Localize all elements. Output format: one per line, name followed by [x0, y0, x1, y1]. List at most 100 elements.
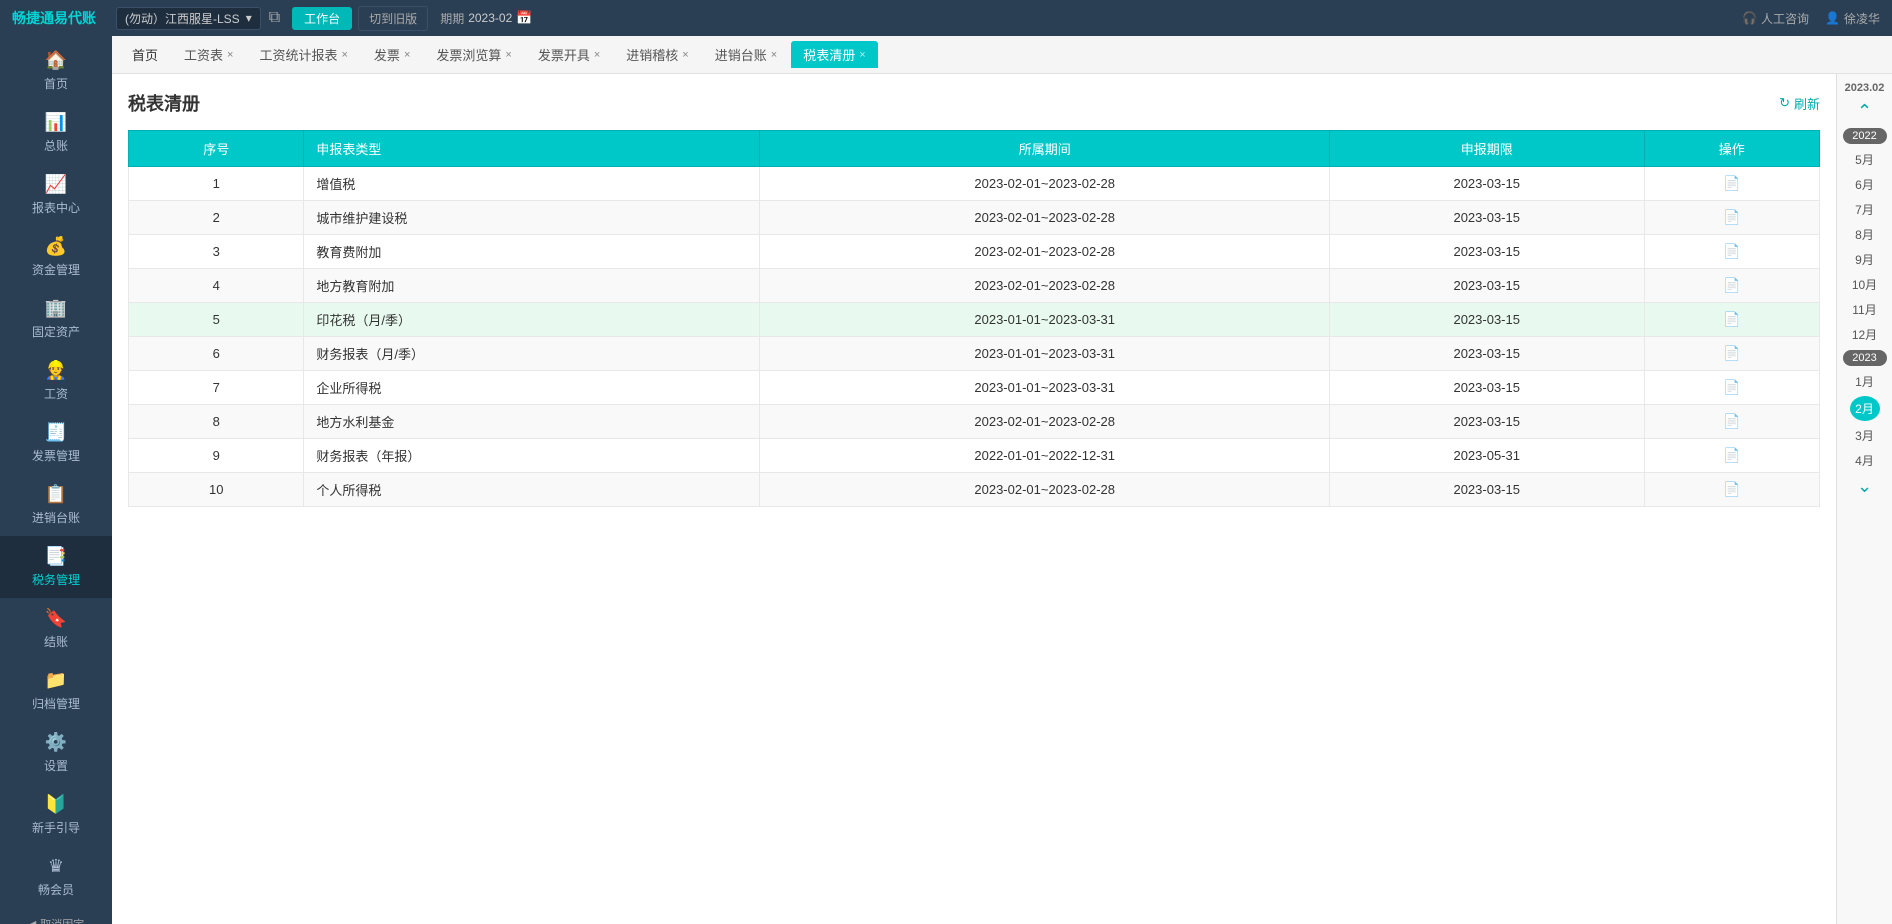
col-header-deadline: 申报期限	[1329, 131, 1644, 167]
tab-salary-report[interactable]: 工资统计报表×	[247, 41, 359, 68]
cell-deadline: 2023-03-15	[1329, 269, 1644, 303]
month-item[interactable]: 12月	[1843, 322, 1887, 347]
action-icon[interactable]: 📄	[1723, 175, 1740, 191]
cell-period: 2023-02-01~2023-02-28	[760, 201, 1329, 235]
tab-purchase-check[interactable]: 进销稽核×	[614, 41, 700, 68]
month-item[interactable]: 11月	[1843, 297, 1887, 322]
action-icon[interactable]: 📄	[1723, 243, 1740, 259]
sidebar-item-label: 总账	[44, 137, 68, 154]
cell-seq: 3	[129, 235, 304, 269]
cell-action[interactable]: 📄	[1644, 201, 1819, 235]
cell-type: 印花税（月/季）	[304, 303, 760, 337]
month-item[interactable]: 1月	[1843, 369, 1887, 394]
date-nav-up[interactable]: ⌃	[1854, 98, 1875, 125]
cell-seq: 2	[129, 201, 304, 235]
cell-action[interactable]: 📄	[1644, 235, 1819, 269]
sidebar-item-salary[interactable]: 👷 工资	[0, 350, 112, 412]
date-nav-down[interactable]: ⌄	[1854, 473, 1875, 500]
cell-action[interactable]: 📄	[1644, 473, 1819, 507]
cell-action[interactable]: 📄	[1644, 439, 1819, 473]
cell-deadline: 2023-03-15	[1329, 371, 1644, 405]
user-menu-btn[interactable]: 👤 徐凌华	[1825, 10, 1880, 27]
page-header: 税表清册 ↻ 刷新	[128, 90, 1820, 116]
top-actions: 🎧 人工咨询 👤 徐凌华	[1742, 10, 1880, 27]
tab-close-icon[interactable]: ×	[227, 49, 233, 61]
tab-close-icon[interactable]: ×	[404, 49, 410, 61]
table-row: 9财务报表（年报）2022-01-01~2022-12-312023-05-31…	[129, 439, 1820, 473]
refresh-button[interactable]: ↻ 刷新	[1779, 94, 1820, 113]
sidebar-item-purchase[interactable]: 📋 进销台账	[0, 474, 112, 536]
tab-label: 发票浏览算	[436, 45, 501, 64]
sidebar-item-fund[interactable]: 💰 资金管理	[0, 226, 112, 288]
sidebar-item-settlement[interactable]: 🔖 结账	[0, 598, 112, 660]
action-icon[interactable]: 📄	[1723, 209, 1740, 225]
cell-period: 2023-02-01~2023-02-28	[760, 405, 1329, 439]
page-title: 税表清册	[128, 90, 200, 116]
sidebar-item-home[interactable]: 🏠 首页	[0, 40, 112, 102]
month-item[interactable]: 6月	[1843, 172, 1887, 197]
tab-close-icon[interactable]: ×	[682, 49, 688, 61]
cell-action[interactable]: 📄	[1644, 405, 1819, 439]
username-label: 徐凌华	[1844, 10, 1880, 27]
tab-close-icon[interactable]: ×	[594, 49, 600, 61]
workspace-button[interactable]: 工作台	[292, 7, 352, 30]
month-item[interactable]: 4月	[1843, 448, 1887, 473]
tab-invoice[interactable]: 发票×	[362, 41, 422, 68]
sidebar-item-label: 发票管理	[32, 447, 80, 464]
tab-label: 进销台账	[715, 45, 767, 64]
month-item[interactable]: 3月	[1843, 423, 1887, 448]
cell-type: 地方教育附加	[304, 269, 760, 303]
tab-purchase-ledger[interactable]: 进销台账 ×	[703, 41, 789, 68]
month-item[interactable]: 10月	[1843, 272, 1887, 297]
sidebar-item-fixed[interactable]: 🏢 固定资产	[0, 288, 112, 350]
date-sidebar-header: 2023.02	[1843, 78, 1887, 98]
action-icon[interactable]: 📄	[1723, 277, 1740, 293]
cell-action[interactable]: 📄	[1644, 269, 1819, 303]
sidebar-item-guide[interactable]: 🔰 新手引导	[0, 784, 112, 846]
month-item[interactable]: 9月	[1843, 247, 1887, 272]
app-logo: 畅捷通易代账	[12, 8, 96, 28]
month-item[interactable]: 7月	[1843, 197, 1887, 222]
tab-close-icon[interactable]: ×	[859, 49, 865, 61]
sidebar-item-invoice[interactable]: 🧾 发票管理	[0, 412, 112, 474]
customer-service-btn[interactable]: 🎧 人工咨询	[1742, 10, 1809, 27]
action-icon[interactable]: 📄	[1723, 379, 1740, 395]
cell-period: 2023-02-01~2023-02-28	[760, 473, 1329, 507]
action-icon[interactable]: 📄	[1723, 413, 1740, 429]
calendar-icon[interactable]: 📅	[516, 10, 532, 26]
month-item[interactable]: 5月	[1843, 147, 1887, 172]
tab-home[interactable]: 首页	[120, 41, 170, 68]
tab-close-icon[interactable]: ×	[505, 49, 511, 61]
tab-tax-register[interactable]: 税表清册×	[791, 41, 877, 68]
sidebar-item-settings[interactable]: ⚙️ 设置	[0, 722, 112, 784]
tab-close-icon[interactable]: ×	[771, 49, 777, 61]
sidebar-item-report[interactable]: 📈 报表中心	[0, 164, 112, 226]
cell-action[interactable]: 📄	[1644, 371, 1819, 405]
old-version-button[interactable]: 切到旧版	[358, 6, 428, 31]
cell-action[interactable]: 📄	[1644, 167, 1819, 201]
salary-icon: 👷	[45, 360, 67, 381]
tab-invoice-query[interactable]: 发票浏览算 ×	[424, 41, 523, 68]
action-icon[interactable]: 📄	[1723, 311, 1740, 327]
cell-action[interactable]: 📄	[1644, 303, 1819, 337]
tab-close-icon[interactable]: ×	[341, 49, 347, 61]
action-icon[interactable]: 📄	[1723, 447, 1740, 463]
action-icon[interactable]: 📄	[1723, 481, 1740, 497]
company-selector[interactable]: (勿动）江西服星-LSS ▾	[116, 7, 261, 30]
unpin-button[interactable]: ◀ 取消固定	[0, 908, 112, 924]
month-item[interactable]: 2月	[1850, 396, 1880, 421]
tab-invoice-open[interactable]: 发票开具×	[526, 41, 612, 68]
sidebar-item-tax[interactable]: 📑 税务管理	[0, 536, 112, 598]
sidebar-item-vip[interactable]: ♛ 畅会员	[0, 846, 112, 908]
cell-deadline: 2023-05-31	[1329, 439, 1644, 473]
sidebar-item-label: 进销台账	[32, 509, 80, 526]
copy-icon[interactable]: ⧉	[269, 9, 280, 27]
sidebar-item-ledger[interactable]: 📊 总账	[0, 102, 112, 164]
action-icon[interactable]: 📄	[1723, 345, 1740, 361]
sidebar-item-label: 报表中心	[32, 199, 80, 216]
customer-service-label: 人工咨询	[1761, 10, 1809, 27]
month-item[interactable]: 8月	[1843, 222, 1887, 247]
tab-salary[interactable]: 工资表×	[172, 41, 245, 68]
cell-action[interactable]: 📄	[1644, 337, 1819, 371]
sidebar-item-archive[interactable]: 📁 归档管理	[0, 660, 112, 722]
